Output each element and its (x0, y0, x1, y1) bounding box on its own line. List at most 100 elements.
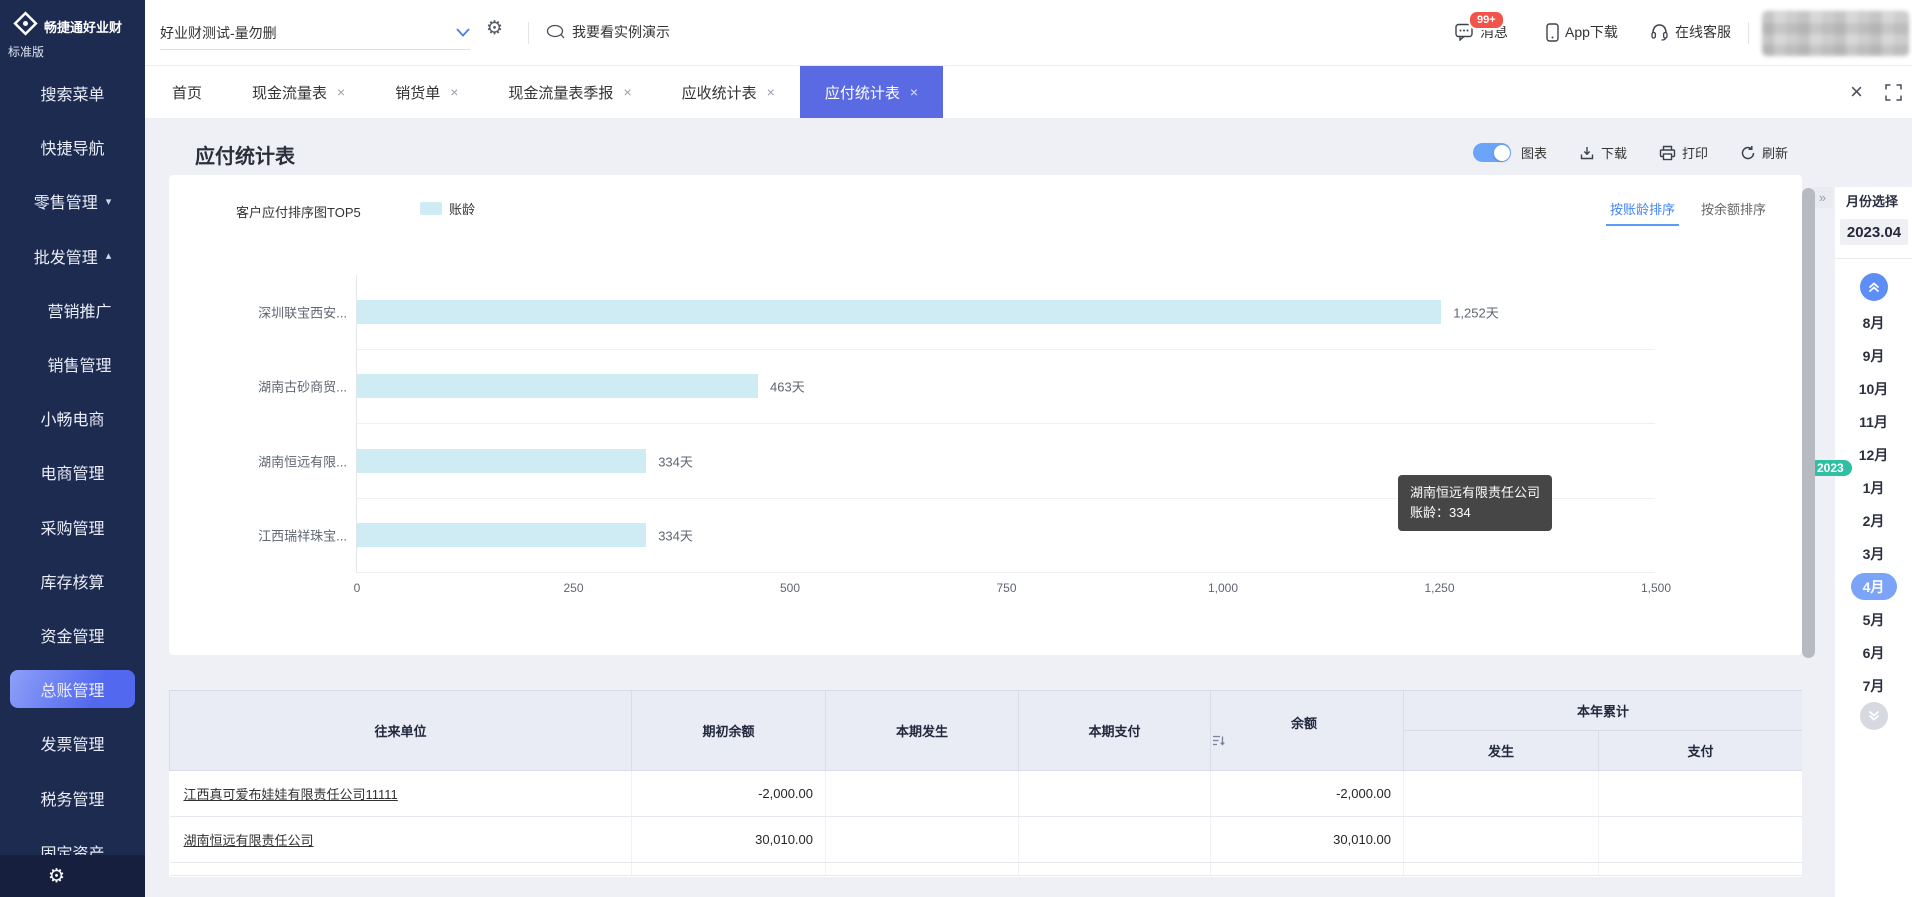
sidebar-item-label: 电商管理 (40, 466, 105, 484)
sidebar-item[interactable]: 批发管理 ▴ (0, 229, 145, 283)
refresh-icon (1740, 145, 1756, 161)
chart-bar[interactable] (357, 523, 647, 548)
table-cell-value (1018, 862, 1211, 876)
x-axis-tick-label: 0 (353, 581, 361, 595)
month-item[interactable]: 3月 (1835, 537, 1912, 570)
vertical-scrollbar[interactable] (1802, 188, 1815, 658)
x-axis-tick-label: 250 (563, 581, 584, 595)
month-item[interactable]: 2月 (1835, 504, 1912, 537)
panel-collapse-icon[interactable]: » (1812, 187, 1833, 208)
sidebar-footer: ⚙ (0, 855, 145, 897)
tab-item[interactable]: 销货单 × (370, 66, 483, 118)
tab-close-icon[interactable]: × (767, 84, 775, 100)
selected-period: 2023.04 (1840, 219, 1908, 245)
download-button[interactable]: 下载 (1579, 143, 1627, 162)
tab-item[interactable]: 现金流量表 × (227, 66, 370, 118)
chart-category-label: 深圳联宝西安... (258, 305, 347, 321)
tab-close-icon[interactable]: × (337, 84, 345, 100)
tab-item[interactable]: 现金流量表季报 × (483, 66, 656, 118)
table-cell-value (1403, 862, 1599, 876)
x-axis-tick-label: 500 (779, 581, 801, 595)
user-avatar[interactable] (1762, 11, 1909, 56)
app-download-button[interactable]: App下载 (1546, 22, 1618, 42)
brand-area: 畅捷通好业财 标准版 (0, 0, 145, 66)
table-cell-value (1598, 770, 1802, 817)
tab-label: 现金流量表季报 (508, 84, 614, 102)
sidebar-item[interactable]: 快捷导航 (0, 120, 145, 174)
scroll-up-icon[interactable] (1859, 273, 1888, 301)
table-header-row: 往来单位 期初余额 本期发生 本期支付 余额 本年累计 (169, 690, 1802, 771)
sidebar-item[interactable]: 税务管理 (0, 770, 145, 824)
sidebar-item-label: 快捷导航 (40, 141, 105, 159)
chart-category-label: 湖南古砂商贸... (258, 379, 347, 395)
chart-value-label: 334天 (658, 528, 693, 544)
customer-link[interactable]: 江西真可爱布娃娃有限责任公司11111 (184, 787, 398, 802)
print-icon (1659, 145, 1676, 161)
month-item[interactable]: 5月 (1835, 603, 1912, 636)
tab-item[interactable]: 首页 (147, 66, 227, 118)
print-button[interactable]: 打印 (1659, 143, 1708, 162)
table-cell-value (631, 862, 826, 876)
month-item[interactable]: 8月 (1835, 306, 1912, 339)
sidebar-item-label: 小畅电商 (40, 412, 105, 430)
app-root: { "brand": { "name": "畅捷通好业财", "edition"… (0, 0, 1912, 897)
customer-link[interactable]: 湖南恒远有限责任公司 (184, 833, 314, 848)
sidebar-item[interactable]: 营销推广 (0, 283, 145, 337)
sidebar-item[interactable]: 资金管理 (0, 608, 145, 662)
chart-view-toggle[interactable] (1473, 143, 1511, 162)
messages-button[interactable]: 99+ 消息 (1455, 10, 1508, 42)
table-row: 湖南恒远有限责任公司 30,010.00 30,010.00 (169, 816, 1802, 863)
month-item-selected[interactable]: 4月 (1835, 570, 1912, 603)
column-header: 本期支付 (1018, 690, 1211, 771)
sidebar-item[interactable]: 搜索菜单 (0, 66, 145, 120)
sort-icon[interactable] (1211, 733, 1403, 748)
month-item[interactable]: 7月 (1835, 669, 1912, 702)
chart-bar[interactable] (357, 299, 1442, 324)
x-axis-tick-label: 750 (996, 581, 1017, 595)
sidebar-item-label: 税务管理 (40, 791, 105, 809)
tab-label: 应收统计表 (681, 84, 757, 102)
chevron-down-icon (456, 28, 470, 37)
message-bubble-icon: 99+ (1455, 10, 1505, 41)
scroll-down-icon[interactable] (1859, 702, 1888, 730)
chart-value-label: 463天 (770, 379, 805, 395)
month-item[interactable]: 11月 (1835, 405, 1912, 438)
sidebar-gear-icon[interactable]: ⚙ (48, 867, 65, 886)
column-header: 往来单位 (169, 690, 632, 771)
sidebar-item[interactable]: 库存核算 (0, 554, 145, 608)
sidebar-item[interactable]: 采购管理 (0, 500, 145, 554)
chart-bar[interactable] (357, 448, 647, 473)
download-icon (1579, 145, 1595, 161)
tab-close-icon[interactable]: × (910, 84, 918, 100)
tab-close-icon[interactable]: × (450, 84, 458, 100)
online-support-button[interactable]: 在线客服 (1650, 22, 1731, 42)
phone-icon (1546, 22, 1559, 42)
refresh-button[interactable]: 刷新 (1740, 143, 1788, 162)
month-item[interactable]: 1月 (1835, 471, 1912, 504)
sidebar-item[interactable]: 总账管理 (0, 662, 145, 716)
sidebar-item[interactable]: 小畅电商 (0, 391, 145, 445)
sidebar-item[interactable]: 电商管理 (0, 445, 145, 499)
sidebar-item[interactable]: 发票管理 (0, 716, 145, 770)
fullscreen-icon[interactable] (1885, 83, 1902, 101)
month-item[interactable]: 6月 (1835, 636, 1912, 669)
month-item[interactable]: 10月 (1835, 372, 1912, 405)
chart-bar[interactable] (357, 374, 758, 399)
account-selector[interactable]: 好业财测试-量勿删 (160, 16, 470, 50)
sort-tab[interactable]: 按余额排序 (1701, 199, 1766, 226)
tab-close-icon[interactable]: × (623, 84, 631, 100)
sidebar-item-label: 采购管理 (40, 520, 105, 538)
month-item[interactable]: 9月 (1835, 339, 1912, 372)
sidebar-item[interactable]: 零售管理 ▾ (0, 174, 145, 228)
payables-chart-card: 客户应付排序图TOP5 账龄 按账龄排序 按余额排序 深圳联宝西安... 1,252… (169, 175, 1802, 655)
tab-item[interactable]: 应收统计表 × (657, 66, 800, 118)
sidebar-item[interactable]: 销售管理 (0, 337, 145, 391)
sort-tab[interactable]: 按账龄排序 (1605, 199, 1680, 226)
table-body: 江西真可爱布娃娃有限责任公司11111 -2,000.00 -2,000.00 湖南恒… (169, 770, 1802, 876)
table-cell-value (825, 862, 1019, 876)
chart-value-label: 1,252天 (1453, 305, 1499, 321)
tab-active[interactable]: 应付统计表 × (799, 66, 944, 118)
settings-gear-icon[interactable]: ⚙ (486, 19, 503, 38)
close-icon[interactable]: × (1850, 81, 1863, 103)
demo-link[interactable]: 我要看实例演示 (546, 22, 670, 42)
